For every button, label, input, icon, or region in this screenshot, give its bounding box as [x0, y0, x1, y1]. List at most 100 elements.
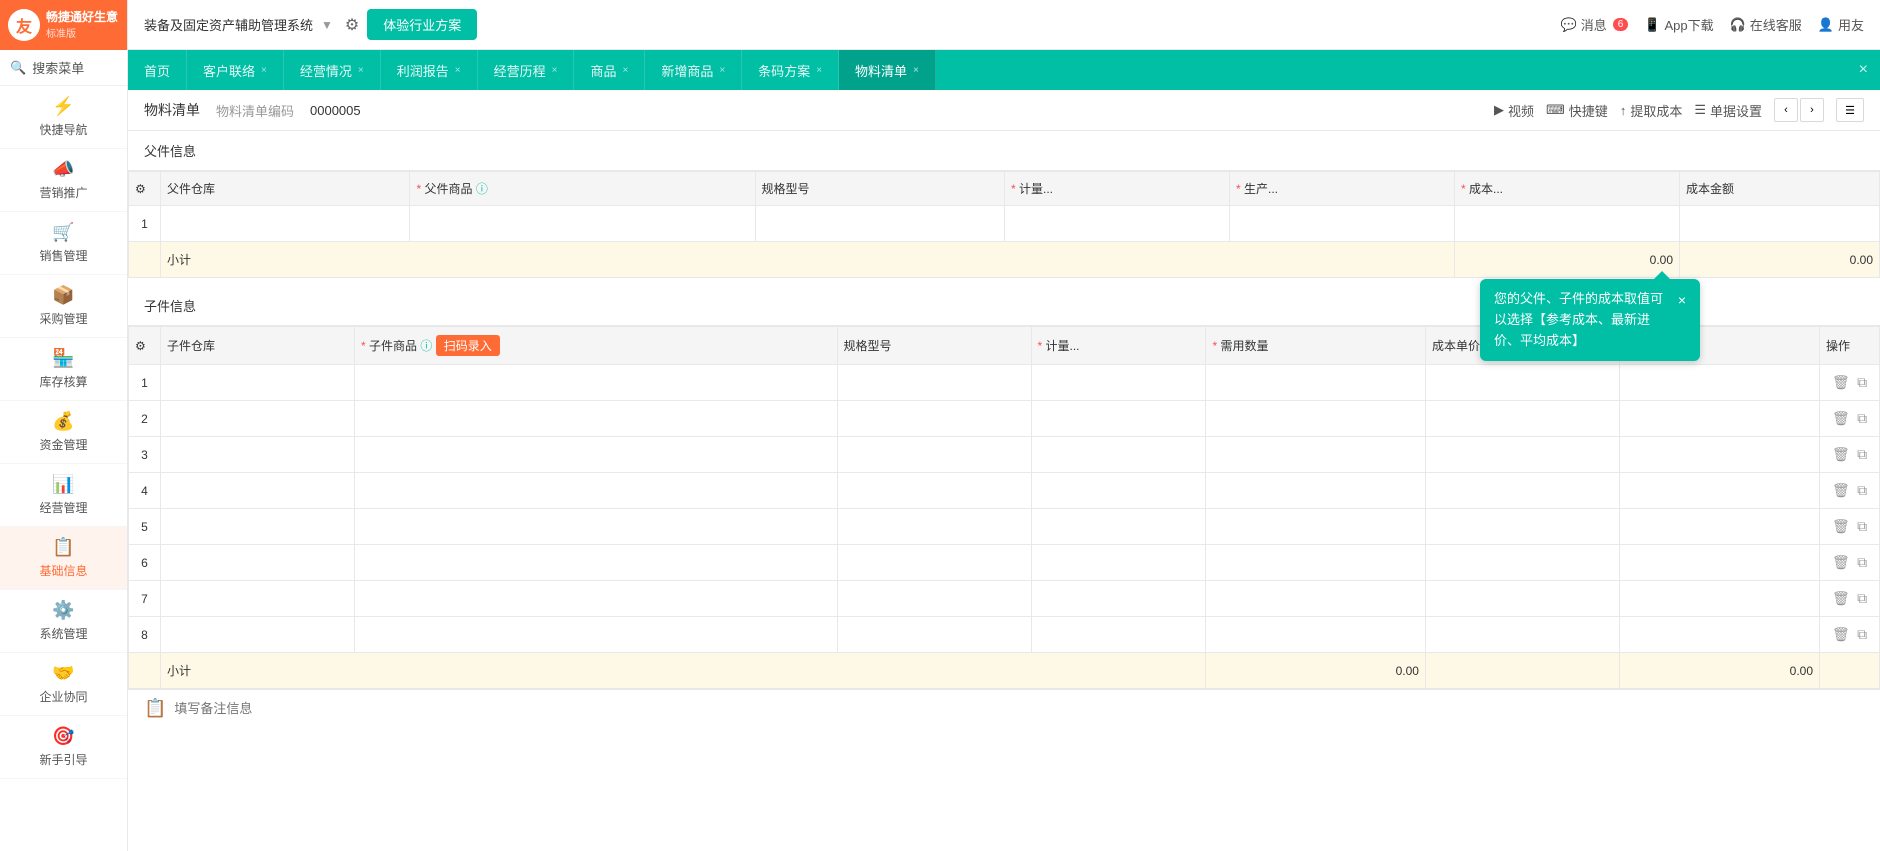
- child-row-3-unit-cost[interactable]: [1425, 437, 1619, 473]
- dropdown-arrow-icon[interactable]: ▼: [321, 18, 333, 32]
- parent-row-1-product[interactable]: [410, 206, 755, 242]
- tab-new-product-close[interactable]: ×: [719, 65, 725, 76]
- tab-history[interactable]: 经营历程 ×: [478, 50, 575, 90]
- delete-icon[interactable]: 🗑: [1832, 590, 1850, 606]
- copy-icon[interactable]: ⧉: [1857, 590, 1867, 606]
- child-row-8-cost-amount[interactable]: [1620, 617, 1820, 653]
- child-row-4-qty[interactable]: [1206, 473, 1425, 509]
- online-service-button[interactable]: 🎧 在线客服: [1730, 15, 1802, 34]
- sidebar-item-operations[interactable]: 📊 经营管理: [0, 464, 127, 527]
- child-row-7-unit-cost[interactable]: [1425, 581, 1619, 617]
- child-row-2-unit-cost[interactable]: [1425, 401, 1619, 437]
- delete-icon[interactable]: 🗑: [1832, 554, 1850, 570]
- delete-icon[interactable]: 🗑: [1832, 374, 1850, 390]
- child-row-6-unit[interactable]: [1031, 545, 1206, 581]
- child-row-5-cost-amount[interactable]: [1620, 509, 1820, 545]
- delete-icon[interactable]: 🗑: [1832, 482, 1850, 498]
- sidebar-item-marketing[interactable]: 📣 营销推广: [0, 149, 127, 212]
- child-row-5-spec[interactable]: [837, 509, 1031, 545]
- close-all-tabs-button[interactable]: ×: [1847, 61, 1880, 79]
- tab-home[interactable]: 首页: [128, 50, 187, 90]
- delete-icon[interactable]: 🗑: [1832, 410, 1850, 426]
- sidebar-item-quick-nav[interactable]: ⚡ 快捷导航: [0, 86, 127, 149]
- child-row-8-unit[interactable]: [1031, 617, 1206, 653]
- parent-row-1-spec[interactable]: [755, 206, 1004, 242]
- child-row-5-unit[interactable]: [1031, 509, 1206, 545]
- child-row-1-spec[interactable]: [837, 365, 1031, 401]
- child-row-3-product[interactable]: [355, 437, 838, 473]
- child-row-5-unit-cost[interactable]: [1425, 509, 1619, 545]
- tab-product[interactable]: 商品 ×: [574, 50, 645, 90]
- sidebar-item-purchase[interactable]: 📦 采购管理: [0, 275, 127, 338]
- delete-icon[interactable]: 🗑: [1832, 626, 1850, 642]
- tab-customer-close[interactable]: ×: [261, 65, 267, 76]
- shortcut-action[interactable]: ⌨ 快捷键: [1546, 101, 1608, 120]
- tab-bom-close[interactable]: ×: [913, 65, 919, 76]
- remark-input[interactable]: [174, 701, 1864, 716]
- child-row-7-product[interactable]: [355, 581, 838, 617]
- sidebar-item-finance[interactable]: 💰 资金管理: [0, 401, 127, 464]
- child-row-1-unit[interactable]: [1031, 365, 1206, 401]
- copy-icon[interactable]: ⧉: [1857, 518, 1867, 534]
- sidebar-item-guide[interactable]: 🎯 新手引导: [0, 716, 127, 779]
- tab-product-close[interactable]: ×: [622, 65, 628, 76]
- delete-icon[interactable]: 🗑: [1832, 446, 1850, 462]
- sidebar-search[interactable]: 🔍 搜索菜单: [0, 50, 127, 86]
- tab-bom[interactable]: 物料清单 ×: [839, 50, 936, 90]
- child-row-3-spec[interactable]: [837, 437, 1031, 473]
- child-row-8-product[interactable]: [355, 617, 838, 653]
- child-row-4-unit[interactable]: [1031, 473, 1206, 509]
- parent-row-1-cost[interactable]: [1454, 206, 1679, 242]
- tab-history-close[interactable]: ×: [552, 65, 558, 76]
- tab-profit-close[interactable]: ×: [455, 65, 461, 76]
- parent-row-1-warehouse[interactable]: [161, 206, 410, 242]
- child-row-8-spec[interactable]: [837, 617, 1031, 653]
- copy-icon[interactable]: ⧉: [1857, 446, 1867, 462]
- copy-icon[interactable]: ⧉: [1857, 626, 1867, 642]
- child-row-6-warehouse[interactable]: [161, 545, 355, 581]
- parent-row-1-unit[interactable]: [1004, 206, 1229, 242]
- sidebar-item-inventory[interactable]: 🏪 库存核算: [0, 338, 127, 401]
- copy-icon[interactable]: ⧉: [1857, 374, 1867, 390]
- tab-customer[interactable]: 客户联络 ×: [187, 50, 284, 90]
- parent-row-1-production[interactable]: [1229, 206, 1454, 242]
- parent-row-1-cost-amount[interactable]: [1680, 206, 1880, 242]
- tab-operations[interactable]: 经营情况 ×: [284, 50, 381, 90]
- child-row-5-qty[interactable]: [1206, 509, 1425, 545]
- tab-barcode-close[interactable]: ×: [816, 65, 822, 76]
- message-button[interactable]: 💬 消息 6: [1561, 15, 1629, 34]
- settings-icon[interactable]: ⚙: [345, 15, 359, 35]
- child-row-7-warehouse[interactable]: [161, 581, 355, 617]
- sidebar-item-enterprise[interactable]: 🤝 企业协同: [0, 653, 127, 716]
- tooltip-close-button[interactable]: ×: [1678, 289, 1686, 311]
- child-row-6-cost-amount[interactable]: [1620, 545, 1820, 581]
- child-row-4-spec[interactable]: [837, 473, 1031, 509]
- child-row-8-unit-cost[interactable]: [1425, 617, 1619, 653]
- prev-page-button[interactable]: ‹: [1774, 98, 1798, 122]
- child-row-3-qty[interactable]: [1206, 437, 1425, 473]
- child-row-7-cost-amount[interactable]: [1620, 581, 1820, 617]
- child-row-5-product[interactable]: [355, 509, 838, 545]
- tab-barcode[interactable]: 条码方案 ×: [742, 50, 839, 90]
- user-menu[interactable]: 👤 用友: [1818, 15, 1864, 34]
- tab-new-product[interactable]: 新增商品 ×: [645, 50, 742, 90]
- child-row-1-qty[interactable]: [1206, 365, 1425, 401]
- sidebar-item-basic-info[interactable]: 📋 基础信息: [0, 527, 127, 590]
- child-th-settings[interactable]: ⚙: [129, 327, 161, 365]
- trial-button[interactable]: 体验行业方案: [367, 9, 477, 40]
- next-page-button[interactable]: ›: [1800, 98, 1824, 122]
- child-row-5-warehouse[interactable]: [161, 509, 355, 545]
- child-row-2-warehouse[interactable]: [161, 401, 355, 437]
- scan-button[interactable]: 扫码录入: [436, 335, 500, 356]
- child-row-4-unit-cost[interactable]: [1425, 473, 1619, 509]
- child-row-2-unit[interactable]: [1031, 401, 1206, 437]
- extract-cost-action[interactable]: ↑ 提取成本: [1620, 101, 1683, 120]
- tab-profit[interactable]: 利润报告 ×: [381, 50, 478, 90]
- child-row-8-warehouse[interactable]: [161, 617, 355, 653]
- single-settings-action[interactable]: ☰ 单据设置: [1694, 101, 1762, 120]
- child-row-2-spec[interactable]: [837, 401, 1031, 437]
- copy-icon[interactable]: ⧉: [1857, 554, 1867, 570]
- child-row-1-warehouse[interactable]: [161, 365, 355, 401]
- child-row-4-product[interactable]: [355, 473, 838, 509]
- child-row-4-cost-amount[interactable]: [1620, 473, 1820, 509]
